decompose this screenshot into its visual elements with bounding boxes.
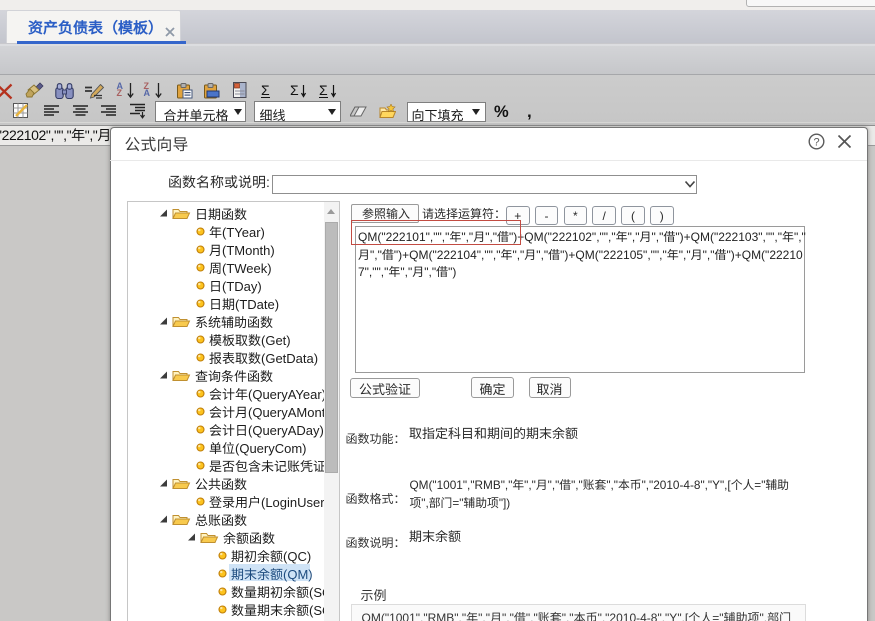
- svg-text:?: ?: [813, 137, 819, 149]
